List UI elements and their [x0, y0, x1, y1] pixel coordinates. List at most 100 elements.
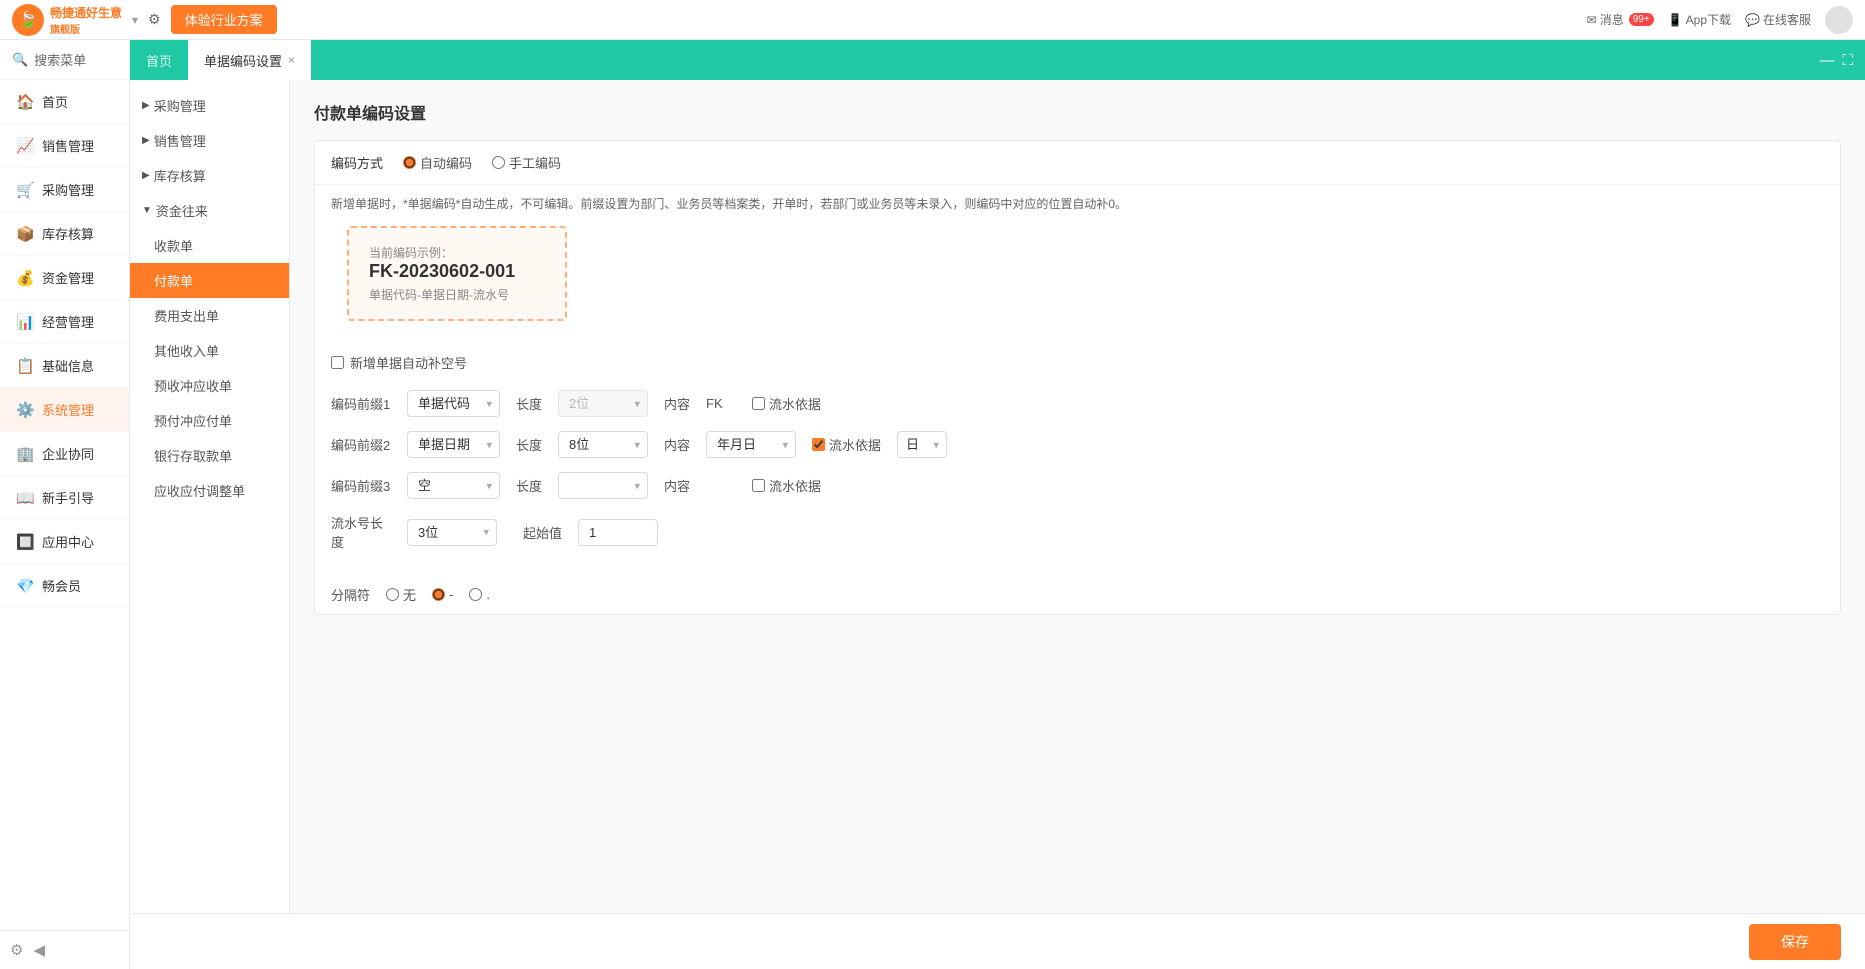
sep-dot-label: .: [486, 587, 490, 602]
prefix1-length-wrap: 2位: [558, 390, 648, 417]
sep-dot-option[interactable]: .: [469, 587, 490, 602]
serial-row: 流水号长度 3位 4位 5位 起始值: [331, 513, 1824, 551]
sub-leaf-income[interactable]: 其他收入单: [130, 333, 289, 368]
guide-icon: 📖: [16, 489, 34, 507]
sub-leaf-prepay-recv[interactable]: 预收冲应收单: [130, 368, 289, 403]
sep-dot-radio[interactable]: [469, 588, 482, 601]
prefix1-length-select[interactable]: 2位: [558, 390, 648, 417]
vip-icon: 💎: [16, 577, 34, 595]
sub-group-stock-header[interactable]: ▶ 库存核算: [130, 158, 289, 193]
sidebar-item-corp[interactable]: 🏢 企业协同: [0, 432, 129, 476]
sidebar-ops-label: 经营管理: [42, 312, 94, 331]
prefix2-content-select[interactable]: 年月日 年月 年: [706, 431, 796, 458]
sep-none-option[interactable]: 无: [386, 585, 416, 604]
dropdown-chevron-icon[interactable]: ▾: [132, 13, 138, 27]
sub-group-capital-label: 资金往来: [156, 201, 208, 220]
auto-fill-checkbox[interactable]: [331, 356, 344, 369]
avatar[interactable]: [1825, 6, 1853, 34]
tab-home[interactable]: 首页: [130, 40, 188, 80]
sep-dash-option[interactable]: -: [432, 587, 453, 602]
settings-section: 编码方式 自动编码 手工编码 新增单据时，*单据编码*自动生成，不可编辑。前缀设…: [314, 140, 1841, 615]
top-bar: 🍃 畅捷通好生意 旗舰版 ▾ ⚙ 体验行业方案 ✉ 消息 99+ 📱 App下载…: [0, 0, 1865, 40]
save-button[interactable]: 保存: [1749, 924, 1841, 960]
manual-encode-label: 手工编码: [509, 153, 561, 172]
sidebar-item-vip[interactable]: 💎 畅会员: [0, 564, 129, 608]
bottom-bar: 保存: [130, 913, 1865, 969]
sub-group-capital-header[interactable]: ▼ 资金往来: [130, 193, 289, 228]
tab-expand-icon[interactable]: ⛶: [1842, 52, 1853, 69]
prefix2-stream-label: 流水依据: [829, 435, 881, 454]
sidebar-item-home[interactable]: 🏠 首页: [0, 80, 129, 124]
ops-icon: 📊: [16, 313, 34, 331]
sub-sidebar: ▶ 采购管理 ▶ 销售管理 ▶ 库存核算: [130, 80, 290, 913]
sidebar-basic-label: 基础信息: [42, 356, 94, 375]
serial-length-label: 流水号长度: [331, 513, 391, 551]
sub-leaf-expense[interactable]: 费用支出单: [130, 298, 289, 333]
sub-leaf-prepay-pay[interactable]: 预付冲应付单: [130, 403, 289, 438]
sidebar-item-system[interactable]: ⚙️ 系统管理: [0, 388, 129, 432]
sidebar-apps-label: 应用中心: [42, 532, 94, 551]
prefix3-stream-checkbox[interactable]: [752, 479, 765, 492]
start-value-label: 起始值: [523, 523, 562, 542]
sub-leaf-receipt[interactable]: 收款单: [130, 228, 289, 263]
sidebar-item-guide[interactable]: 📖 新手引导: [0, 476, 129, 520]
auto-encode-option[interactable]: 自动编码: [403, 153, 472, 172]
auto-encode-radio[interactable]: [403, 156, 416, 169]
prefix3-content-label: 内容: [664, 476, 690, 495]
manual-encode-radio[interactable]: [492, 156, 505, 169]
prefix1-select-wrap: 单据代码 单据日期 空: [407, 390, 500, 417]
gear-icon[interactable]: ⚙: [148, 11, 161, 28]
message-action[interactable]: ✉ 消息 99+: [1587, 11, 1654, 28]
start-value-input[interactable]: [578, 519, 658, 546]
tab-minimize-icon[interactable]: —: [1819, 52, 1834, 69]
sidebar-item-finance[interactable]: 💰 资金管理: [0, 256, 129, 300]
prefix2-stream-select[interactable]: 日 月 年: [897, 431, 947, 458]
sub-group-stock: ▶ 库存核算: [130, 158, 289, 193]
brand-name: 畅捷通好生意: [50, 4, 122, 21]
home-icon: 🏠: [16, 93, 34, 111]
sidebar-item-purchase[interactable]: 🛒 采购管理: [0, 168, 129, 212]
prefix2-length-select[interactable]: 8位 4位 6位: [558, 431, 648, 458]
encoding-method-label: 编码方式: [331, 153, 383, 172]
brand-icon: 🍃: [12, 4, 44, 36]
app-download-action[interactable]: 📱 App下载: [1668, 11, 1731, 28]
prefix1-stream-checkbox[interactable]: [752, 397, 765, 410]
sub-leaf-adjust[interactable]: 应收应付调整单: [130, 473, 289, 508]
tab-close-icon[interactable]: ×: [288, 53, 295, 67]
sep-dash-radio[interactable]: [432, 588, 445, 601]
settings-icon[interactable]: ⚙: [10, 941, 23, 959]
download-icon: 📱: [1668, 13, 1683, 27]
manual-encode-option[interactable]: 手工编码: [492, 153, 561, 172]
sidebar-item-apps[interactable]: 🔲 应用中心: [0, 520, 129, 564]
prefix2-stream-checkbox[interactable]: [812, 438, 825, 451]
prefix3-length-select[interactable]: [558, 472, 648, 499]
sidebar-item-basic[interactable]: 📋 基础信息: [0, 344, 129, 388]
serial-length-select[interactable]: 3位 4位 5位: [407, 519, 497, 546]
sub-leaf-payment[interactable]: 付款单: [130, 263, 289, 298]
sub-group-sales-header[interactable]: ▶ 销售管理: [130, 123, 289, 158]
sub-group-purchase-header[interactable]: ▶ 采购管理: [130, 88, 289, 123]
sub-leaf-bank[interactable]: 银行存取款单: [130, 438, 289, 473]
prefix2-select[interactable]: 单据日期 单据代码 空: [407, 431, 500, 458]
sidebar-item-ops[interactable]: 📊 经营管理: [0, 300, 129, 344]
sep-none-radio[interactable]: [386, 588, 399, 601]
prefix1-select[interactable]: 单据代码 单据日期 空: [407, 390, 500, 417]
prefix3-select[interactable]: 空 单据代码 单据日期: [407, 472, 500, 499]
top-actions: ✉ 消息 99+ 📱 App下载 💬 在线客服: [1587, 6, 1853, 34]
collapse-icon[interactable]: ◀: [33, 941, 45, 959]
sidebar-item-sales[interactable]: 📈 销售管理: [0, 124, 129, 168]
sidebar-corp-label: 企业协同: [42, 444, 94, 463]
prefix-row-3: 编码前缀3 空 单据代码 单据日期 长度: [331, 472, 1824, 499]
corp-icon: 🏢: [16, 445, 34, 463]
message-label: 消息: [1600, 11, 1624, 28]
sub-group-stock-label: 库存核算: [154, 166, 206, 185]
online-service-action[interactable]: 💬 在线客服: [1745, 11, 1811, 28]
explore-btn[interactable]: 体验行业方案: [171, 5, 277, 34]
auto-fill-label: 新增单据自动补空号: [350, 353, 467, 372]
sub-group-sales-label: 销售管理: [154, 131, 206, 150]
message-badge: 99+: [1629, 13, 1654, 26]
tab-current[interactable]: 单据编码设置 ×: [188, 40, 311, 80]
sub-group-purchase-label: 采购管理: [154, 96, 206, 115]
sidebar-item-stock[interactable]: 📦 库存核算: [0, 212, 129, 256]
sidebar-search[interactable]: 🔍 搜索菜单: [0, 40, 129, 80]
